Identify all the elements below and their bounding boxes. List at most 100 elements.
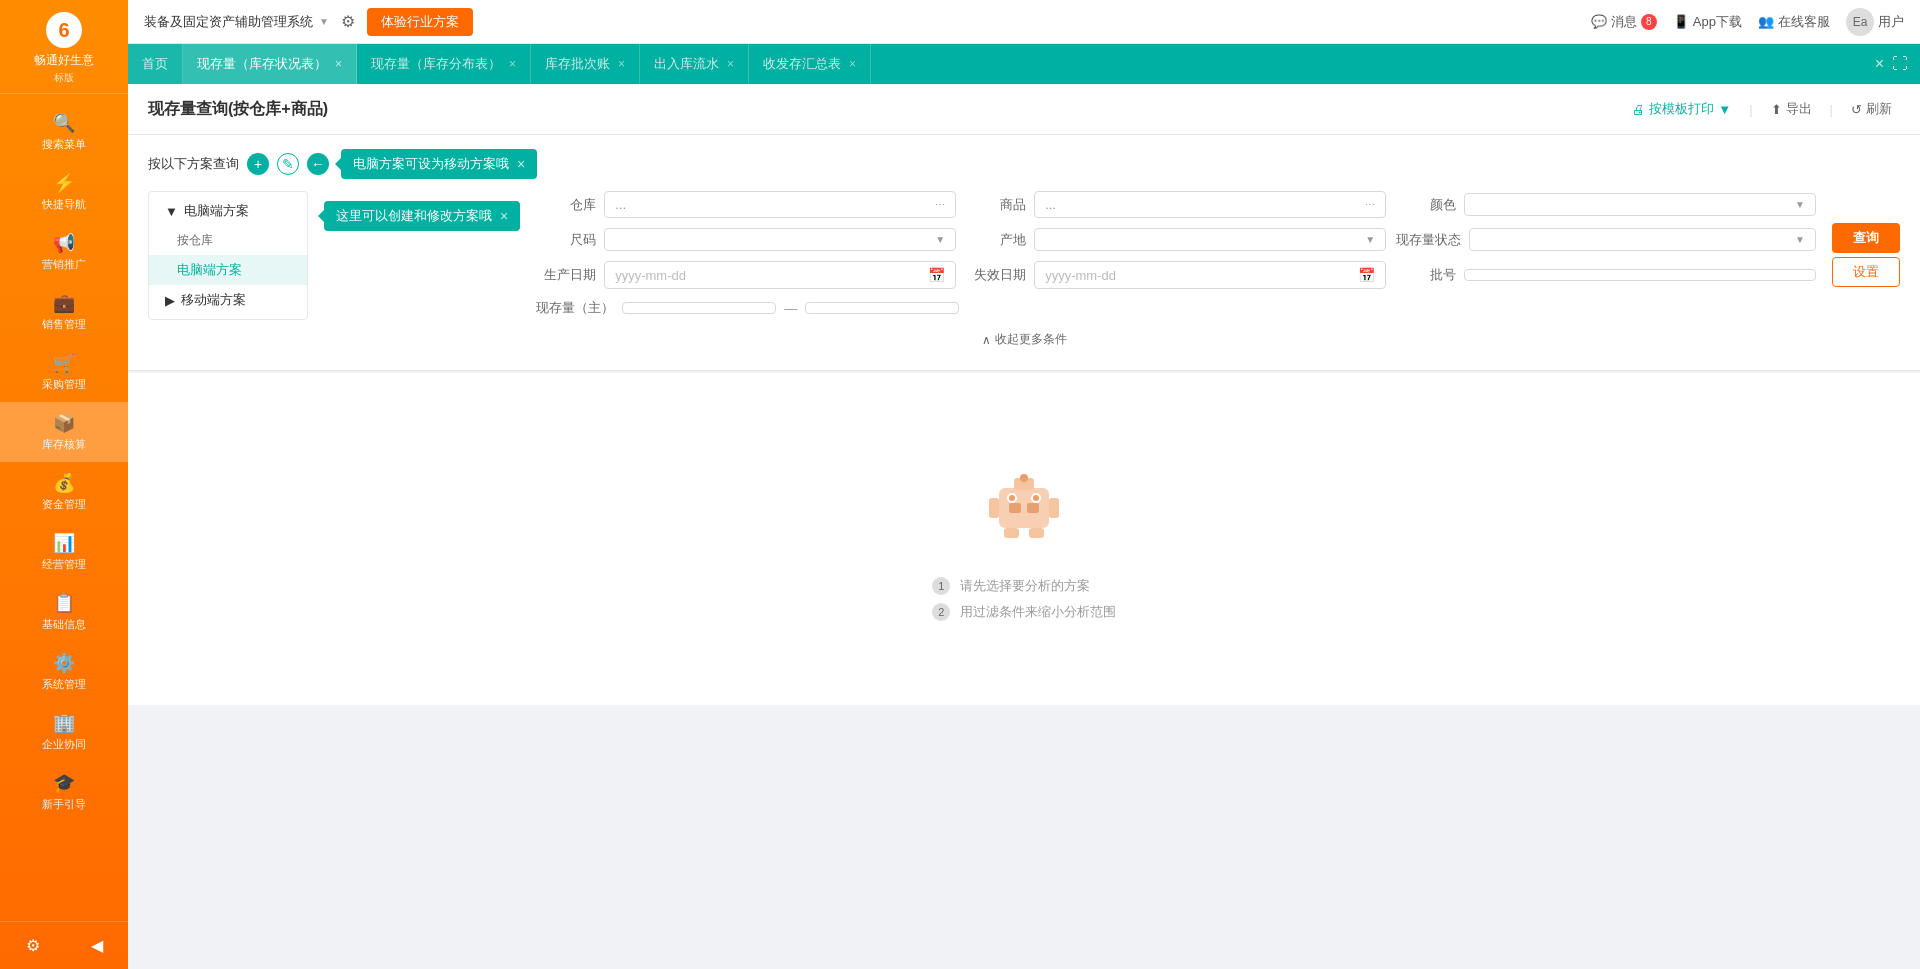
sidebar-collapse-btn[interactable]: ◀	[87, 932, 107, 959]
origin-arrow: ▼	[1365, 234, 1375, 245]
sidebar-settings-btn[interactable]: ⚙	[22, 932, 44, 959]
filter-expiry-date: 失效日期 yyyy-mm-dd 📅	[966, 261, 1386, 289]
edit-scheme-button[interactable]: ✎	[277, 153, 299, 175]
tab-receive-summary-label: 收发存汇总表	[763, 55, 841, 73]
logo-title: 畅通好生意	[34, 52, 94, 69]
sidebar-item-sales[interactable]: 💼 销售管理	[0, 282, 128, 342]
search-buttons: 查询 设置	[1832, 191, 1900, 287]
page-title: 现存量查询(按仓库+商品)	[148, 99, 328, 120]
support-label: 在线客服	[1778, 13, 1830, 31]
tab-close-batch-ledger[interactable]: ×	[618, 57, 625, 71]
operations-icon: 📊	[53, 532, 75, 554]
tab-close-receive-summary[interactable]: ×	[849, 57, 856, 71]
stock-qty-max[interactable]	[805, 302, 959, 314]
expiry-date-calendar-icon[interactable]: 📅	[1358, 267, 1375, 283]
svg-point-6	[1033, 495, 1039, 501]
sidebar-item-enterprise[interactable]: 🏢 企业协同	[0, 702, 128, 762]
tree-item-warehouse[interactable]: 按仓库	[149, 226, 307, 255]
fullscreen-button[interactable]: ⛶	[1892, 55, 1908, 73]
tab-close-inventory-status[interactable]: ×	[335, 57, 342, 71]
stock-status-select[interactable]: ▼	[1469, 228, 1816, 251]
tab-in-out-flow[interactable]: 出入库流水 ×	[640, 44, 749, 84]
warehouse-select[interactable]: ... ⋯	[604, 191, 956, 218]
guide-icon: 🎓	[53, 772, 75, 794]
goods-select[interactable]: ... ⋯	[1034, 191, 1386, 218]
sidebar-item-quicknav[interactable]: ⚡ 快捷导航	[0, 162, 128, 222]
app-download-label: App下载	[1693, 13, 1742, 31]
stock-status-label: 现存量状态	[1396, 231, 1461, 249]
support-group[interactable]: 👥 在线客服	[1758, 13, 1830, 31]
production-date-calendar-icon[interactable]: 📅	[928, 267, 945, 283]
page-header: 现存量查询(按仓库+商品) 🖨 按模板打印 ▼ | ⬆ 导出 | ↺ 刷新	[128, 84, 1920, 135]
close-all-tabs-button[interactable]: ×	[1875, 55, 1884, 73]
collapse-filter-button[interactable]: ∧ 收起更多条件	[148, 323, 1900, 356]
step2-text: 用过滤条件来缩小分析范围	[960, 604, 1116, 619]
purchase-icon: 🛒	[53, 352, 75, 374]
tree-item-mobile[interactable]: ▶ 移动端方案	[149, 285, 307, 315]
tab-home-label: 首页	[142, 55, 168, 73]
nav-label-quicknav: 快捷导航	[42, 197, 86, 212]
search-button[interactable]: 查询	[1832, 223, 1900, 253]
nav-label-guide: 新手引导	[42, 797, 86, 812]
stock-status-arrow: ▼	[1795, 234, 1805, 245]
tab-receive-summary[interactable]: 收发存汇总表 ×	[749, 44, 871, 84]
tooltip1-close[interactable]: ×	[517, 156, 525, 172]
add-scheme-button[interactable]: +	[247, 153, 269, 175]
reset-button[interactable]: 设置	[1832, 257, 1900, 287]
sidebar-item-purchase[interactable]: 🛒 采购管理	[0, 342, 128, 402]
industry-button[interactable]: 体验行业方案	[367, 8, 473, 36]
tab-inventory-status[interactable]: 现存量（库存状况表） ×	[183, 44, 357, 84]
nav-label-sales: 销售管理	[42, 317, 86, 332]
sidebar-item-system[interactable]: ⚙️ 系统管理	[0, 642, 128, 702]
search-icon: 🔍	[53, 112, 75, 134]
tab-close-in-out-flow[interactable]: ×	[727, 57, 734, 71]
message-group[interactable]: 💬 消息 8	[1591, 13, 1657, 31]
svg-rect-2	[1027, 503, 1039, 513]
tab-close-inventory-dist[interactable]: ×	[509, 57, 516, 71]
refresh-button[interactable]: ↺ 刷新	[1843, 96, 1900, 122]
tab-home[interactable]: 首页	[128, 44, 183, 84]
export-label: 导出	[1786, 100, 1812, 118]
sidebar-item-basic[interactable]: 📋 基础信息	[0, 582, 128, 642]
batch-no-input[interactable]	[1464, 269, 1816, 281]
sidebar-item-operations[interactable]: 📊 经营管理	[0, 522, 128, 582]
tab-inventory-dist[interactable]: 现存量（库存分布表） ×	[357, 44, 531, 84]
print-button[interactable]: 🖨 按模板打印 ▼	[1624, 96, 1739, 122]
tree-item-desktop[interactable]: ▼ 电脑端方案	[149, 196, 307, 226]
batch-no-label: 批号	[1396, 266, 1456, 284]
color-select[interactable]: ▼	[1464, 193, 1816, 216]
size-select[interactable]: ▼	[604, 228, 956, 251]
nav-label-basic: 基础信息	[42, 617, 86, 632]
production-date-input[interactable]: yyyy-mm-dd 📅	[604, 261, 956, 289]
svg-rect-0	[999, 488, 1049, 528]
export-button[interactable]: ⬆ 导出	[1763, 96, 1820, 122]
nav-label-purchase: 采购管理	[42, 377, 86, 392]
filter-fields: 仓库 ... ⋯ 商品 ... ⋯ 颜色	[536, 191, 1816, 323]
sidebar-item-marketing[interactable]: 📢 营销推广	[0, 222, 128, 282]
system-selector[interactable]: 装备及固定资产辅助管理系统 ▼	[144, 13, 329, 31]
tab-batch-ledger[interactable]: 库存批次账 ×	[531, 44, 640, 84]
tooltip2-close[interactable]: ×	[500, 208, 508, 224]
sidebar-item-guide[interactable]: 🎓 新手引导	[0, 762, 128, 822]
filter-origin: 产地 ▼	[966, 228, 1386, 251]
sidebar-item-finance[interactable]: 💰 资金管理	[0, 462, 128, 522]
nav-label-enterprise: 企业协同	[42, 737, 86, 752]
app-download-group[interactable]: 📱 App下载	[1673, 13, 1742, 31]
stock-qty-min[interactable]	[622, 302, 776, 314]
filter-panel: 按以下方案查询 + ✎ ← 电脑方案可设为移动方案哦 × ▼ 电脑端方案	[128, 135, 1920, 371]
message-label: 消息	[1611, 13, 1637, 31]
sidebar-item-search[interactable]: 🔍 搜索菜单	[0, 102, 128, 162]
support-icon: 👥	[1758, 14, 1774, 29]
user-group[interactable]: Ea 用户	[1846, 8, 1904, 36]
tree-item-scheme[interactable]: 电脑端方案	[149, 255, 307, 285]
warehouse-label: 仓库	[536, 196, 596, 214]
filter-goods: 商品 ... ⋯	[966, 191, 1386, 218]
filter-header: 按以下方案查询 + ✎ ← 电脑方案可设为移动方案哦 ×	[148, 149, 1900, 179]
back-scheme-button[interactable]: ←	[307, 153, 329, 175]
expiry-date-input[interactable]: yyyy-mm-dd 📅	[1034, 261, 1386, 289]
main-content: 现存量查询(按仓库+商品) 🖨 按模板打印 ▼ | ⬆ 导出 | ↺ 刷新 按以…	[128, 84, 1920, 969]
sidebar-item-inventory[interactable]: 📦 库存核算	[0, 402, 128, 462]
settings-button[interactable]: ⚙	[341, 12, 355, 31]
header-right: 💬 消息 8 📱 App下载 👥 在线客服 Ea 用户	[1591, 8, 1904, 36]
origin-select[interactable]: ▼	[1034, 228, 1386, 251]
